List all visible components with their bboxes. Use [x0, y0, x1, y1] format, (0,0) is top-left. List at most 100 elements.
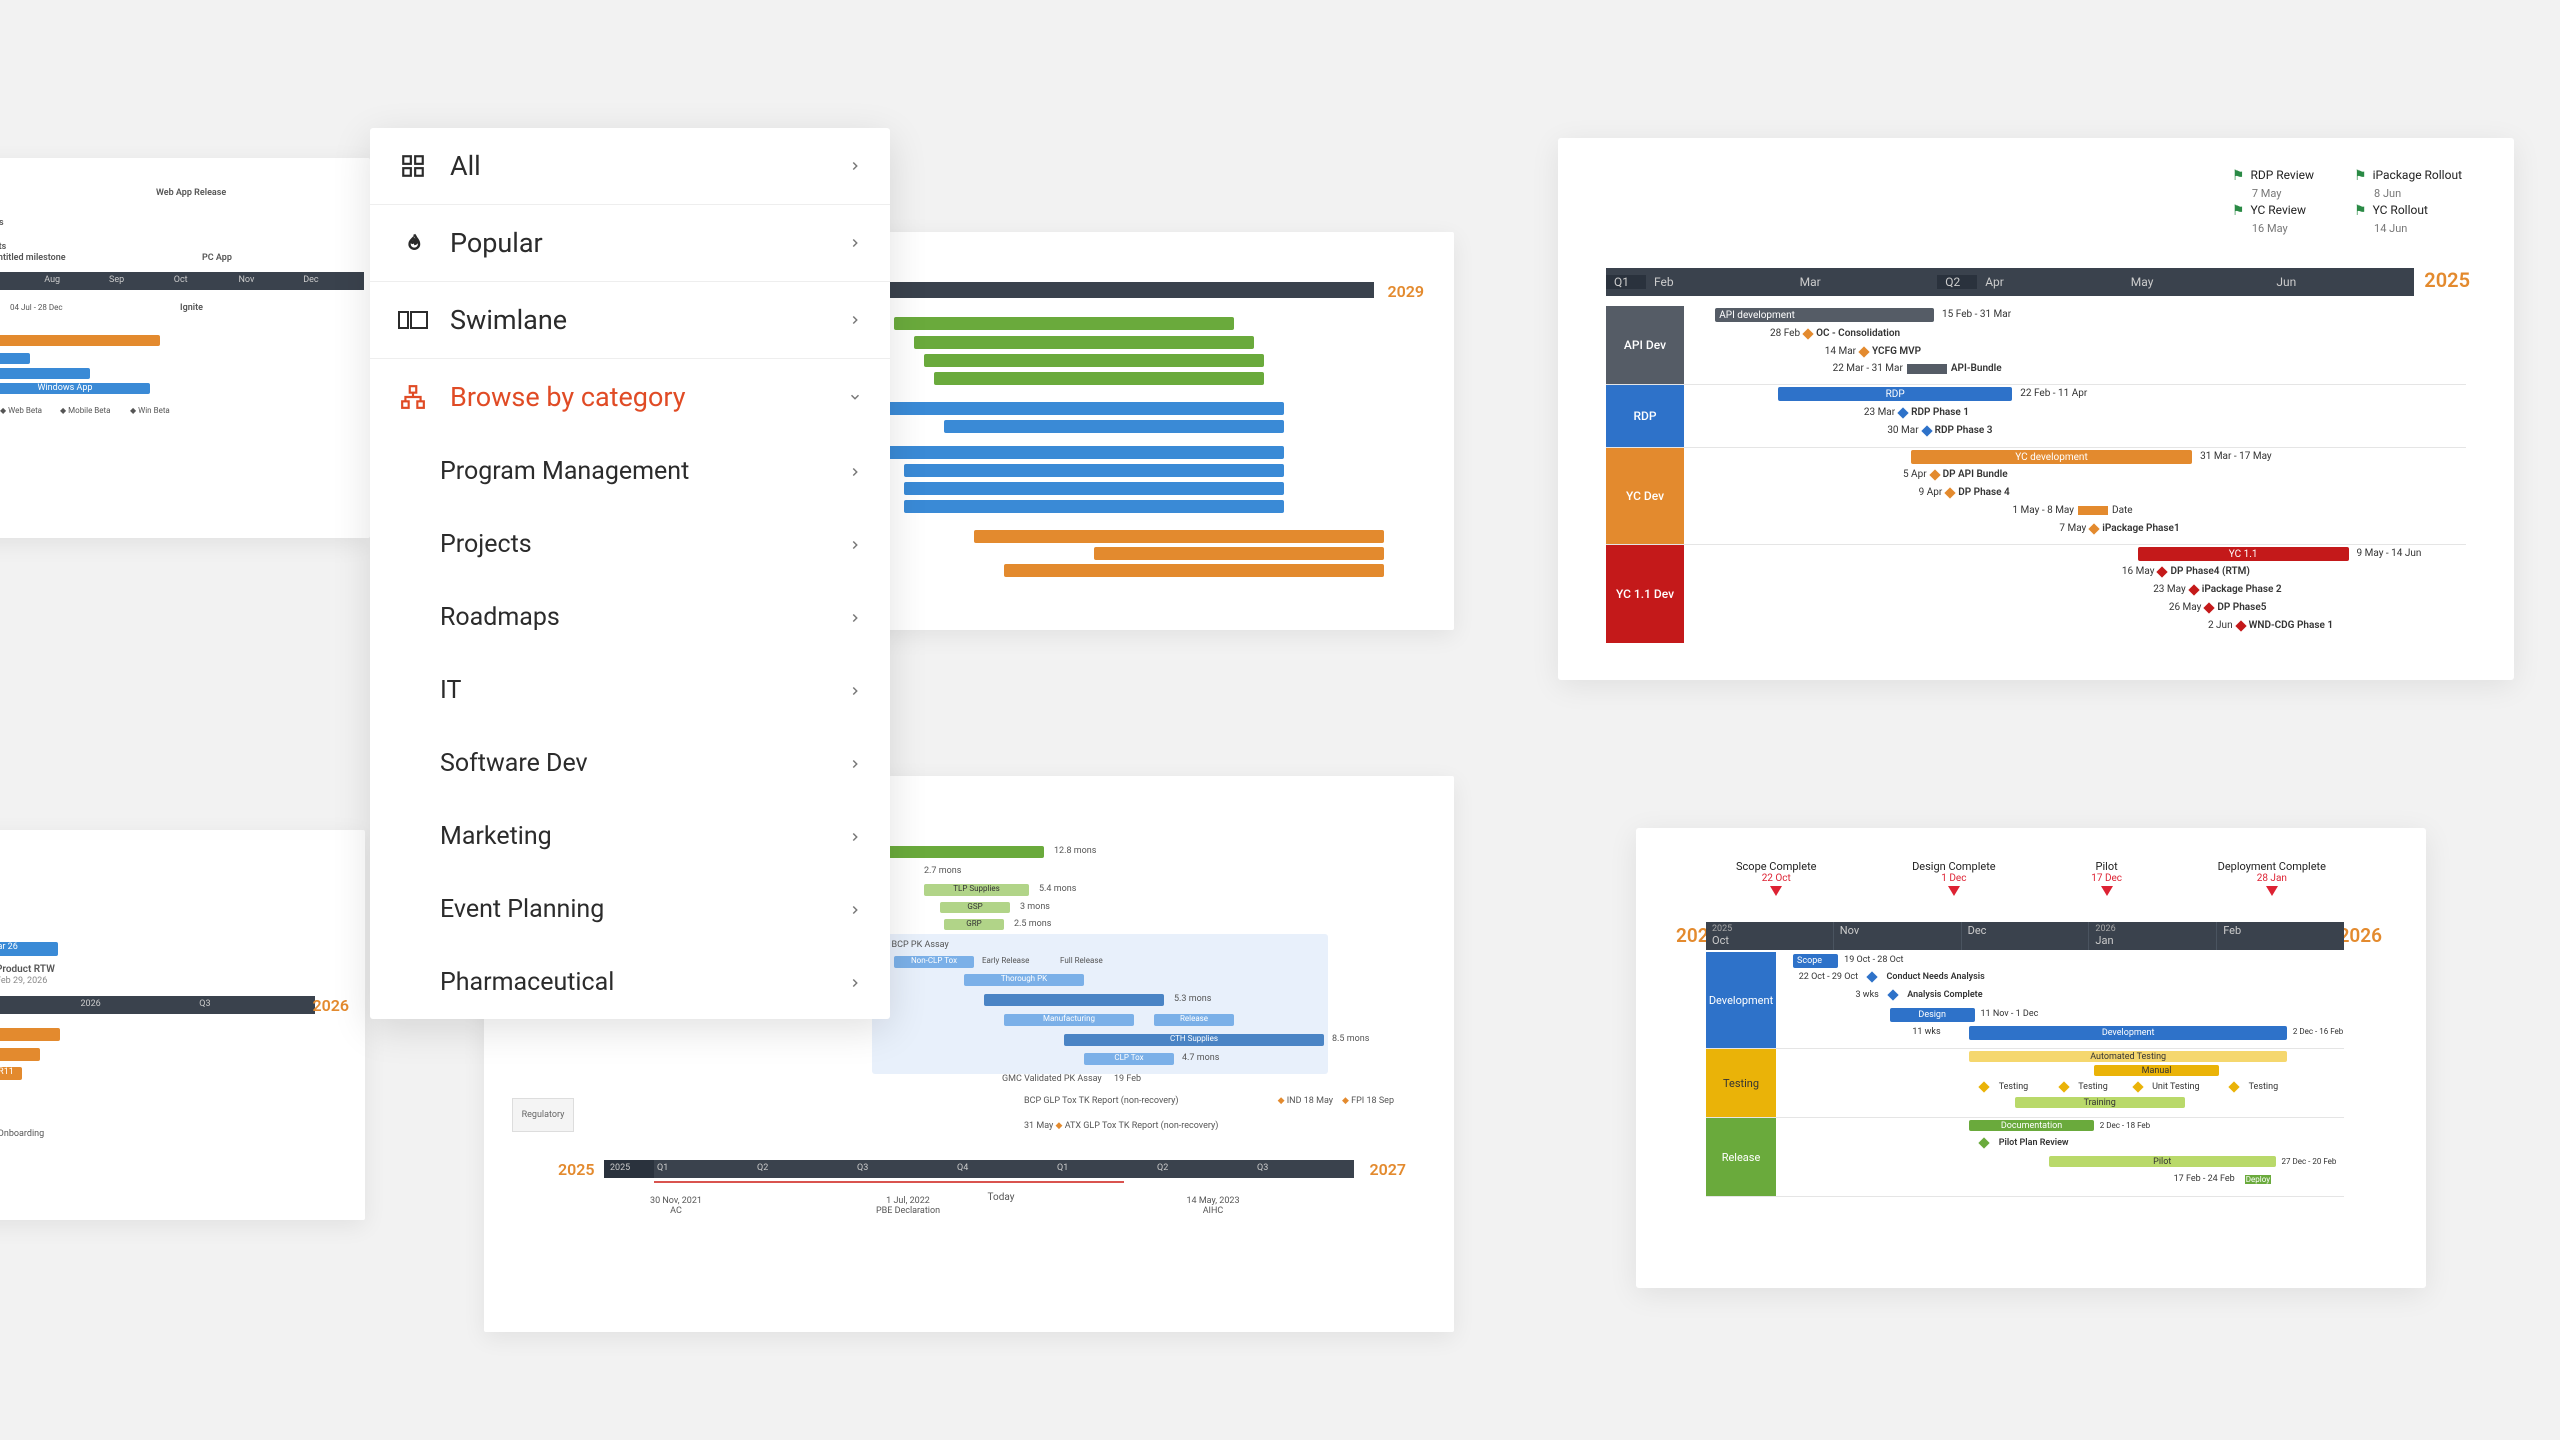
- template-swimlane-preview[interactable]: ⚑RDP Review 7 May ⚑YC Review 16 May ⚑iPa…: [1558, 138, 2514, 680]
- template-lane-preview[interactable]: Scope Complete 22 Oct Design Complete 1 …: [1636, 828, 2426, 1288]
- task-bar: Pilot: [2049, 1156, 2276, 1167]
- label: Untitled milestone: [0, 253, 66, 263]
- triangle-icon: [1770, 886, 1782, 896]
- label: Feb 29, 2026: [0, 976, 47, 986]
- menu-cat-it[interactable]: IT: [370, 654, 890, 727]
- task-date: 9 Apr: [1919, 487, 1943, 498]
- bar: Manufacturing: [1004, 1014, 1134, 1026]
- col: Q1: [1054, 1160, 1154, 1178]
- diamond-icon: [2229, 1081, 2240, 1092]
- label: Ignite: [180, 303, 203, 313]
- menu-cat-event-planning[interactable]: Event Planning: [370, 873, 890, 946]
- mark: Today: [976, 1192, 1026, 1203]
- task-label: iPackage Phase1: [2102, 523, 2179, 534]
- task-date: 11 Nov - 1 Dec: [1980, 1009, 2038, 1019]
- task-label: API-Bundle: [1951, 363, 2002, 374]
- task-wks: 3 wks: [1856, 990, 1879, 1000]
- menu-cat-projects[interactable]: Projects: [370, 508, 890, 581]
- label: PC App: [202, 253, 232, 263]
- lane-label: Development: [1706, 952, 1776, 1048]
- chevron-right-icon: [848, 538, 862, 552]
- legend: ◆ Mobile Beta: [60, 406, 111, 415]
- label: 8.5 mons: [1332, 1034, 1369, 1044]
- task-label: DP Phase4 (RTM): [2170, 566, 2249, 577]
- task-date: 19 Oct - 28 Oct: [1844, 955, 1903, 965]
- task-bar: YC 1.1: [2138, 547, 2349, 561]
- ms-date: 28 Jan: [2257, 873, 2287, 884]
- diamond-icon: [2089, 523, 2100, 534]
- task-date: 30 Mar: [1887, 425, 1918, 436]
- month: Apr: [1977, 275, 2123, 289]
- task-bar: Manual: [2094, 1065, 2219, 1076]
- menu-popular[interactable]: Popular: [370, 205, 890, 282]
- task-bar: Training: [2015, 1097, 2185, 1108]
- ms-label: Scope Complete: [1736, 860, 1817, 873]
- chevron-right-icon: [848, 313, 862, 327]
- lane-row: Release Documentation 2 Dec - 18 Feb Pil…: [1706, 1118, 2344, 1197]
- bar: Thorough PK: [964, 974, 1084, 986]
- quarter: Q1: [1606, 275, 1646, 289]
- month: Sep: [105, 272, 170, 290]
- col-year: 2025: [1712, 924, 1827, 934]
- milestone: Deployment Complete 28 Jan: [2218, 860, 2326, 896]
- task-label: Testing: [2078, 1082, 2108, 1092]
- swim-row: YC Dev YC development 31 Mar - 17 May 5 …: [1606, 447, 2466, 544]
- menu-all[interactable]: All: [370, 128, 890, 205]
- label: 5.3 mons: [1174, 994, 1211, 1004]
- diamond-icon: [2058, 1081, 2069, 1092]
- menu-browse-category[interactable]: Browse by category: [370, 359, 890, 435]
- chevron-down-icon: [848, 390, 862, 404]
- legend: ◆ Win Beta: [130, 406, 170, 415]
- bar: [974, 530, 1384, 543]
- task-label: OC - Consolidation: [1816, 328, 1900, 339]
- menu-label: Software Dev: [440, 749, 826, 778]
- menu-cat-program-management[interactable]: Program Management: [370, 435, 890, 508]
- diamond-icon: [2204, 602, 2215, 613]
- label: 31 May ◆ ATX GLP Tox TK Report (non-reco…: [1024, 1121, 1218, 1131]
- task-label: iPackage Phase 2: [2202, 584, 2282, 595]
- menu-cat-roadmaps[interactable]: Roadmaps: [370, 581, 890, 654]
- bar: [984, 994, 1164, 1006]
- menu-label: IT: [440, 676, 826, 705]
- col: Q4: [954, 1160, 1054, 1178]
- milestone-row: Scope Complete 22 Oct Design Complete 1 …: [1736, 860, 2326, 896]
- label: Full Release: [1060, 956, 1103, 965]
- triangle-icon: [2101, 886, 2113, 896]
- diamond-icon: [2157, 566, 2168, 577]
- col: Q3: [854, 1160, 954, 1178]
- menu-cat-marketing[interactable]: Marketing: [370, 800, 890, 873]
- bar: [924, 354, 1264, 367]
- chevron-right-icon: [848, 830, 862, 844]
- swim-row: API Dev API development 15 Feb - 31 Mar …: [1606, 306, 2466, 384]
- label: Distributor Agreements: [0, 242, 6, 252]
- col-month: Dec: [1968, 924, 2083, 937]
- col: Q3: [1254, 1160, 1354, 1178]
- bar: [904, 482, 1284, 495]
- task-date: 16 May: [2122, 566, 2155, 577]
- menu-label: Projects: [440, 530, 826, 559]
- chevron-right-icon: [848, 903, 862, 917]
- diamond-icon: [2132, 1081, 2143, 1092]
- diamond-icon: [2235, 620, 2246, 631]
- ms-date: 1 Dec: [1941, 873, 1966, 884]
- timeline: 2025 Q1 Q2 Q3 Q4 Q1 Q2 Q3: [604, 1160, 1354, 1178]
- task-label: Pilot Plan Review: [1999, 1138, 2069, 1148]
- template-thumb-topleft[interactable]: Sales Agreements 5 Jul, 2022 Distributor…: [0, 158, 370, 538]
- menu-cat-pharmaceutical[interactable]: Pharmaceutical: [370, 946, 890, 1019]
- mark: 30 Nov, 2021AC: [646, 1196, 706, 1216]
- task-bar: Documentation: [1969, 1120, 2094, 1131]
- template-thumb-bottomleft[interactable]: Jul 18 - Mar 26 90% Sand Jul 19, 2025 Pr…: [0, 830, 365, 1220]
- task-bar: API development: [1715, 308, 1934, 322]
- chevron-right-icon: [848, 236, 862, 250]
- menu-swimlane[interactable]: Swimlane: [370, 282, 890, 359]
- bar: [904, 464, 1284, 477]
- month: Aug: [40, 272, 105, 290]
- ms-date: 16 May: [2252, 222, 2314, 235]
- menu-cat-software-dev[interactable]: Software Dev: [370, 727, 890, 800]
- swim-row: YC 1.1 Dev YC 1.1 9 May - 14 Jun 16 MayD…: [1606, 544, 2466, 643]
- label: Early Release: [982, 956, 1029, 965]
- col-month: Nov: [1840, 924, 1955, 937]
- quarter: Q2: [1937, 275, 1977, 289]
- menu-label: Popular: [450, 227, 826, 259]
- lane-label: Testing: [1706, 1049, 1776, 1117]
